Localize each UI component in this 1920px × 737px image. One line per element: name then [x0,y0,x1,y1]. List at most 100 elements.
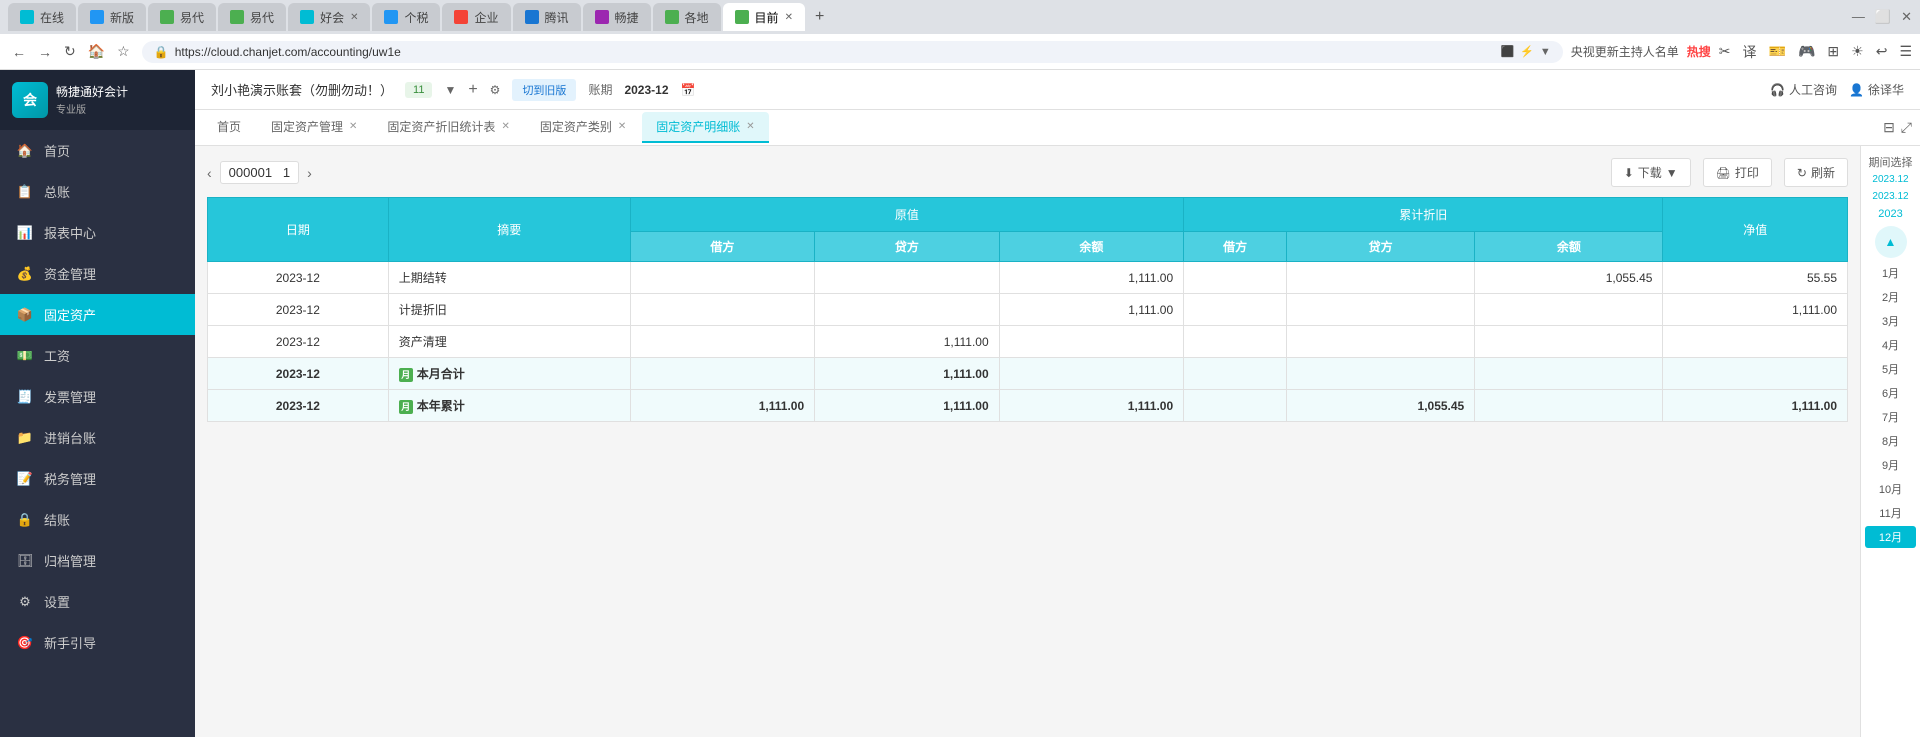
browser-tab-5[interactable]: 好会 ✕ [288,3,370,31]
user-profile[interactable]: 👤 徐译华 [1849,81,1904,98]
bookmark-button[interactable]: ☆ [113,41,134,62]
cell-accum-balance [1475,326,1663,358]
service-button[interactable]: 🎧 人工咨询 [1770,81,1837,98]
period-month-item[interactable]: 4月 [1865,334,1916,356]
refresh-button[interactable]: ↻ 刷新 [1784,158,1848,187]
period-month-item[interactable]: 1月 [1865,262,1916,284]
sidebar-item-home[interactable]: 🏠 首页 [0,130,195,171]
sidebar-item-invoice[interactable]: 🧾 发票管理 [0,376,195,417]
tab-close-5[interactable]: ✕ [350,12,358,23]
scroll-up-button[interactable]: ▲ [1875,226,1907,258]
period-month-item[interactable]: 8月 [1865,430,1916,452]
period-month-item[interactable]: 11月 [1865,502,1916,524]
sidebar-item-settings[interactable]: ⚙ 设置 [0,581,195,622]
tab-close-asset-ledger[interactable]: ✕ [746,121,754,132]
period-month-item[interactable]: 6月 [1865,382,1916,404]
dropdown-arrow[interactable]: ▼ [1540,46,1551,58]
refresh-icon: ↻ [1797,166,1807,180]
sidebar-item-archive-label: 归档管理 [44,551,96,570]
browser-tab-10[interactable]: 各地 [653,3,721,31]
ledger-next-button[interactable]: › [307,165,312,181]
tab-home[interactable]: 首页 [203,112,255,143]
browser-tab-1[interactable]: 在线 [8,3,76,31]
browser-tab-7[interactable]: 企业 [442,3,510,31]
forward-button[interactable]: → [34,41,56,62]
table-row: 2023-12 计提折旧 1,111.00 1,111.00 [208,294,1848,326]
tab-asset-category[interactable]: 固定资产类别 ✕ [526,112,640,143]
period-month-item[interactable]: 2月 [1865,286,1916,308]
sidebar-item-ledger[interactable]: 📋 总账 [0,171,195,212]
tab-close-asset-category[interactable]: ✕ [618,121,626,132]
tab-depreciation-summary-label: 固定资产折旧统计表 [387,118,495,135]
browser-tab-6[interactable]: 个税 [372,3,440,31]
sidebar-item-fixed-asset[interactable]: 📦 固定资产 [0,294,195,335]
cell-summary[interactable]: 月本年累计 [388,390,630,422]
home-button[interactable]: 🏠 [84,41,109,62]
tab-close-depreciation-summary[interactable]: ✕ [501,121,509,132]
apps-icon[interactable]: ⊞ [1827,43,1839,60]
sidebar-item-archive[interactable]: 🗄 归档管理 [0,540,195,581]
settings-gear-icon[interactable]: ⚙ [490,83,501,97]
tab-close-11[interactable]: ✕ [785,12,793,23]
period-month-item[interactable]: 12月 [1865,526,1916,548]
ledger-prev-button[interactable]: ‹ [207,165,212,181]
gamepad-icon[interactable]: 🎮 [1798,43,1815,60]
tab-asset-ledger-label: 固定资产明细账 [656,118,740,135]
print-button[interactable]: 🖨 打印 [1703,158,1772,187]
tab-label-2: 新版 [110,9,134,26]
switch-version-button[interactable]: 切到旧版 [512,79,576,101]
brightness-icon[interactable]: ☀ [1851,43,1864,60]
tab-close-fixed-asset-management[interactable]: ✕ [349,121,357,132]
address-bar[interactable]: 🔒 https://cloud.chanjet.com/accounting/u… [142,41,1563,63]
report-icon: 📊 [16,224,34,242]
reload-button[interactable]: ↻ [60,41,80,62]
maximize-btn[interactable]: ⬜ [1875,9,1891,25]
tab-depreciation-summary[interactable]: 固定资产折旧统计表 ✕ [373,112,523,143]
period-month-item[interactable]: 10月 [1865,478,1916,500]
back-button[interactable]: ← [8,41,30,62]
sidebar-item-fund[interactable]: 💰 资金管理 [0,253,195,294]
browser-tab-8[interactable]: 腾讯 [513,3,581,31]
sidebar-item-guide[interactable]: 🎯 新手引导 [0,622,195,663]
sidebar-item-tax[interactable]: 📝 税务管理 [0,458,195,499]
cell-summary[interactable]: 计提折旧 [388,294,630,326]
sidebar-item-inventory[interactable]: 📁 进销台账 [0,417,195,458]
browser-tab-9[interactable]: 畅捷 [583,3,651,31]
period-month-item[interactable]: 5月 [1865,358,1916,380]
dropdown-arrow[interactable]: ▼ [444,83,456,97]
undo-icon[interactable]: ↩ [1876,43,1888,60]
sidebar-item-salary[interactable]: 💵 工资 [0,335,195,376]
browser-tab-11[interactable]: 目前 ✕ [723,3,805,31]
cell-date: 2023-12 [208,294,389,326]
browser-tab-4[interactable]: 易代 [218,3,286,31]
sidebar-item-report[interactable]: 📊 报表中心 [0,212,195,253]
tab-asset-ledger[interactable]: 固定资产明细账 ✕ [642,112,768,143]
cell-summary[interactable]: 资产清理 [388,326,630,358]
period-month-item[interactable]: 3月 [1865,310,1916,332]
cell-summary[interactable]: 月本月合计 [388,358,630,390]
sidebar-item-close[interactable]: 🔒 结账 [0,499,195,540]
calendar-icon[interactable]: 📅 [681,83,696,97]
ledger-navigation: ‹ 000001 1 › ⬇ 下载 ▼ [207,158,1848,187]
tab-restore-button[interactable]: ⊟ [1883,119,1895,136]
minimize-btn[interactable]: — [1852,9,1865,25]
coupon-icon[interactable]: 🎫 [1769,43,1786,60]
col-orig-credit: 贷方 [815,232,1000,262]
add-company-button[interactable]: + [468,81,477,99]
hot-search-label[interactable]: 热搜 [1687,43,1711,60]
browser-tab-2[interactable]: 新版 [78,3,146,31]
new-tab-button[interactable]: + [807,8,832,26]
period-month-item[interactable]: 7月 [1865,406,1916,428]
scissors-icon[interactable]: ✂ [1719,43,1731,60]
period-month-item[interactable]: 9月 [1865,454,1916,476]
close-btn[interactable]: ✕ [1901,9,1912,25]
download-arrow: ▼ [1666,166,1678,180]
tab-maximize-button[interactable]: ⤢ [1901,119,1912,136]
menu-icon[interactable]: ☰ [1899,43,1912,60]
browser-tab-3[interactable]: 易代 [148,3,216,31]
download-button[interactable]: ⬇ 下载 ▼ [1611,158,1691,187]
translate-icon[interactable]: 译 [1743,42,1757,62]
cell-summary[interactable]: 上期结转 [388,262,630,294]
tab-fixed-asset-management[interactable]: 固定资产管理 ✕ [257,112,371,143]
cell-orig-debit [630,326,815,358]
